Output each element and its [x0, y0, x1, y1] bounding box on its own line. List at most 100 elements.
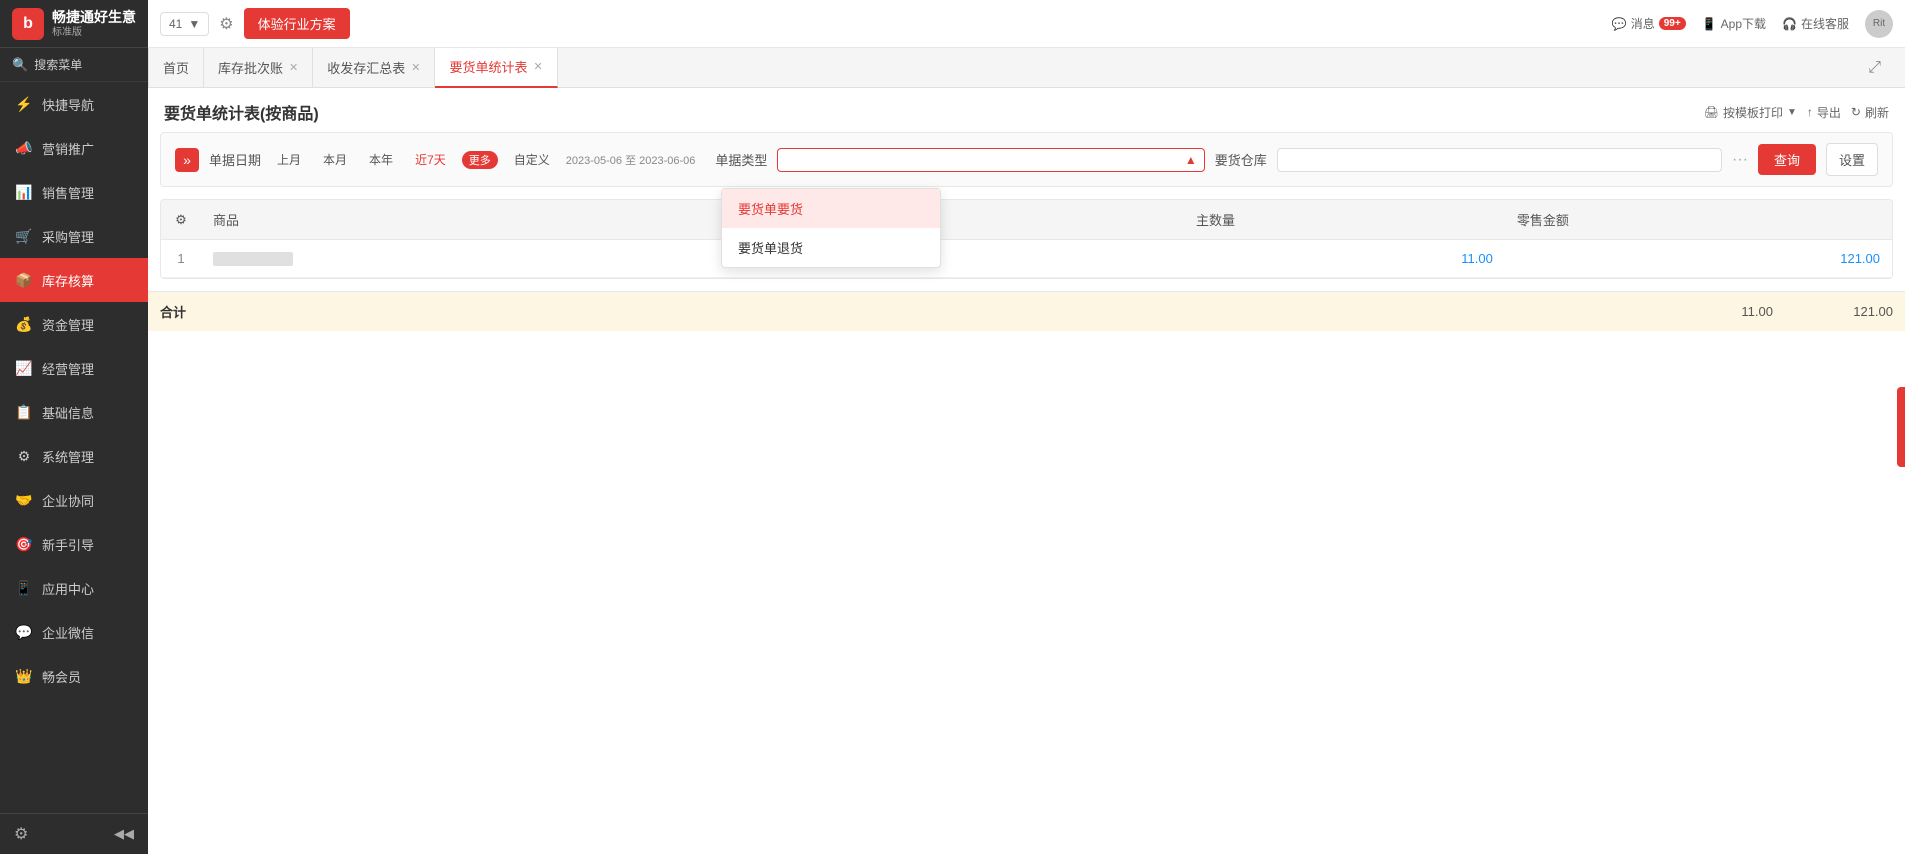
sidebar-item-purchase[interactable]: 🛒 采购管理 — [0, 214, 148, 258]
sidebar-item-quick-nav[interactable]: ⚡ 快捷导航 — [0, 82, 148, 126]
cell-goods — [201, 240, 731, 278]
nav-label-app-center: 应用中心 — [42, 579, 134, 598]
type-dropdown-icon[interactable]: ▲ — [1185, 153, 1197, 167]
promo-button[interactable]: 体验行业方案 — [244, 8, 350, 39]
date-more-tag[interactable]: 更多 — [462, 151, 498, 169]
nav-icon-member: 👑 — [14, 666, 34, 686]
nav-icon-guide: 🎯 — [14, 534, 34, 554]
sidebar-item-member[interactable]: 👑 畅会员 — [0, 654, 148, 698]
headset-icon: 🎧 — [1782, 17, 1797, 31]
avatar-text: Rit — [1873, 18, 1885, 29]
nav-icon-operations: 📈 — [14, 358, 34, 378]
page-content: 要货单统计表(按商品) 🖨 按模板打印 ▼ ↑ 导出 ↻ 刷新 — [148, 88, 1905, 854]
warehouse-input[interactable] — [1277, 148, 1722, 172]
tab-label-home: 首页 — [163, 58, 189, 77]
tab-home[interactable]: 首页 — [148, 48, 204, 88]
sidebar-item-marketing[interactable]: 📣 营销推广 — [0, 126, 148, 170]
tab-label-inventory-batch: 库存批次账 — [218, 58, 283, 77]
tabs-bar: 首页 库存批次账 ✕ 收发存汇总表 ✕ 要货单统计表 ✕ ⤢ — [148, 48, 1905, 88]
print-btn[interactable]: 🖨 按模板打印 ▼ — [1704, 104, 1797, 121]
tab-label-receipt-summary: 收发存汇总表 — [327, 58, 405, 77]
filter-more-icon[interactable]: ··· — [1732, 151, 1748, 169]
settings-icon[interactable]: ⚙ — [14, 824, 28, 844]
print-chevron-icon: ▼ — [1787, 107, 1797, 118]
message-icon: 💬 — [1612, 17, 1627, 31]
col-header-qty: 主数量 — [1184, 200, 1505, 240]
cell-seq: 1 — [161, 240, 201, 278]
sidebar-item-finance[interactable]: 💰 资金管理 — [0, 302, 148, 346]
date-btn-last-month[interactable]: 上月 — [271, 149, 307, 170]
tab-inventory-batch[interactable]: 库存批次账 ✕ — [204, 48, 313, 88]
tab-close-inventory-batch[interactable]: ✕ — [289, 61, 298, 74]
nav-icon-system: ⚙ — [14, 446, 34, 466]
date-range-text: 2023-05-06 至 2023-06-06 — [566, 152, 696, 168]
table-body: 1 块 11.00 121.00 — [161, 240, 1892, 278]
date-custom-btn[interactable]: 自定义 — [508, 149, 556, 170]
topbar-right: 💬 消息 99+ 📱 App下载 🎧 在线客服 Rit — [1612, 10, 1893, 38]
sidebar: b 畅捷通好生意 标准版 🔍 搜索菜单 ⚡ 快捷导航📣 营销推广📊 销售管理🛒 … — [0, 0, 148, 854]
sidebar-item-system[interactable]: ⚙ 系统管理 — [0, 434, 148, 478]
sidebar-item-guide[interactable]: 🎯 新手引导 — [0, 522, 148, 566]
nav-label-purchase: 采购管理 — [42, 227, 134, 246]
scroll-handle[interactable] — [1897, 387, 1905, 467]
messages-badge: 99+ — [1659, 17, 1686, 30]
app-download-btn[interactable]: 📱 App下载 — [1702, 15, 1766, 32]
table-header-row: ⚙商品主计量单位主数量零售金额 — [161, 200, 1892, 240]
sidebar-item-inventory[interactable]: 📦 库存核算 — [0, 258, 148, 302]
search-menu[interactable]: 🔍 搜索菜单 — [0, 48, 148, 82]
table-footer: 合计 11.00 121.00 — [148, 291, 1905, 331]
export-btn[interactable]: ↑ 导出 — [1807, 104, 1841, 121]
filter-settings-btn[interactable]: 设置 — [1826, 143, 1878, 176]
topbar-left: 41 ▼ ⚙ 体验行业方案 — [160, 8, 1612, 39]
col-header-amount: 零售金额 — [1505, 200, 1892, 240]
sidebar-item-basic[interactable]: 📋 基础信息 — [0, 390, 148, 434]
sidebar-item-enterprise[interactable]: 🤝 企业协同 — [0, 478, 148, 522]
sidebar-item-app-center[interactable]: 📱 应用中心 — [0, 566, 148, 610]
logo-sub: 标准版 — [52, 26, 136, 39]
date-btn-this-month[interactable]: 本月 — [317, 149, 353, 170]
date-btn-7days[interactable]: 近7天 — [409, 149, 452, 170]
nav-label-wechat: 企业微信 — [42, 623, 134, 642]
tab-close-order-summary[interactable]: ✕ — [534, 60, 543, 73]
customer-service-label: 在线客服 — [1801, 15, 1849, 32]
type-input[interactable] — [777, 148, 1204, 172]
sidebar-logo: b 畅捷通好生意 标准版 — [0, 0, 148, 48]
nav-label-guide: 新手引导 — [42, 535, 134, 554]
customer-service-btn[interactable]: 🎧 在线客服 — [1782, 15, 1849, 32]
query-btn[interactable]: 查询 — [1758, 144, 1816, 175]
search-icon: 🔍 — [12, 57, 28, 73]
nav-label-enterprise: 企业协同 — [42, 491, 134, 510]
tab-receipt-summary[interactable]: 收发存汇总表 ✕ — [313, 48, 435, 88]
page-actions: 🖨 按模板打印 ▼ ↑ 导出 ↻ 刷新 — [1704, 104, 1889, 121]
logo-text: 畅捷通好生意 标准版 — [52, 8, 136, 39]
cell-amount[interactable]: 121.00 — [1505, 240, 1892, 278]
topbar-gear-icon[interactable]: ⚙ — [219, 14, 233, 34]
export-label: 导出 — [1817, 104, 1841, 121]
nav-icon-inventory: 📦 — [14, 270, 34, 290]
sidebar-item-wechat[interactable]: 💬 企业微信 — [0, 610, 148, 654]
phone-icon: 📱 — [1702, 17, 1717, 31]
table-wrapper: ⚙商品主计量单位主数量零售金额 1 块 11.00 121.00 — [160, 199, 1893, 279]
sidebar-item-sales[interactable]: 📊 销售管理 — [0, 170, 148, 214]
tab-close-receipt-summary[interactable]: ✕ — [411, 61, 420, 74]
tab-label-order-summary: 要货单统计表 — [449, 57, 527, 76]
refresh-btn[interactable]: ↻ 刷新 — [1851, 104, 1889, 121]
avatar[interactable]: Rit — [1865, 10, 1893, 38]
tabs-expand-icon[interactable]: ⤢ — [1856, 59, 1893, 77]
sidebar-nav: ⚡ 快捷导航📣 营销推广📊 销售管理🛒 采购管理📦 库存核算💰 资金管理📈 经营… — [0, 82, 148, 813]
sidebar-item-operations[interactable]: 📈 经营管理 — [0, 346, 148, 390]
cell-qty[interactable]: 11.00 — [1184, 240, 1505, 278]
date-btn-this-year[interactable]: 本年 — [363, 149, 399, 170]
page-title: 要货单统计表(按商品) — [164, 100, 319, 124]
filter-bar: » 单据日期 上月 本月 本年 近7天 更多 自定义 2023-05-06 至 … — [160, 132, 1893, 187]
tab-order-summary[interactable]: 要货单统计表 ✕ — [435, 48, 557, 88]
dropdown-item-order-return[interactable]: 要货单退货 — [722, 228, 940, 267]
nav-label-operations: 经营管理 — [42, 359, 134, 378]
nav-icon-sales: 📊 — [14, 182, 34, 202]
dropdown-item-order-request[interactable]: 要货单要货 — [722, 189, 940, 228]
messages-btn[interactable]: 💬 消息 99+ — [1612, 15, 1686, 32]
store-selector[interactable]: 41 ▼ — [160, 12, 209, 36]
collapse-icon[interactable]: ◀◀ — [114, 826, 134, 842]
filter-expand-btn[interactable]: » — [175, 148, 199, 172]
topbar: 41 ▼ ⚙ 体验行业方案 💬 消息 99+ 📱 App下载 🎧 在线客服 Ri… — [148, 0, 1905, 48]
